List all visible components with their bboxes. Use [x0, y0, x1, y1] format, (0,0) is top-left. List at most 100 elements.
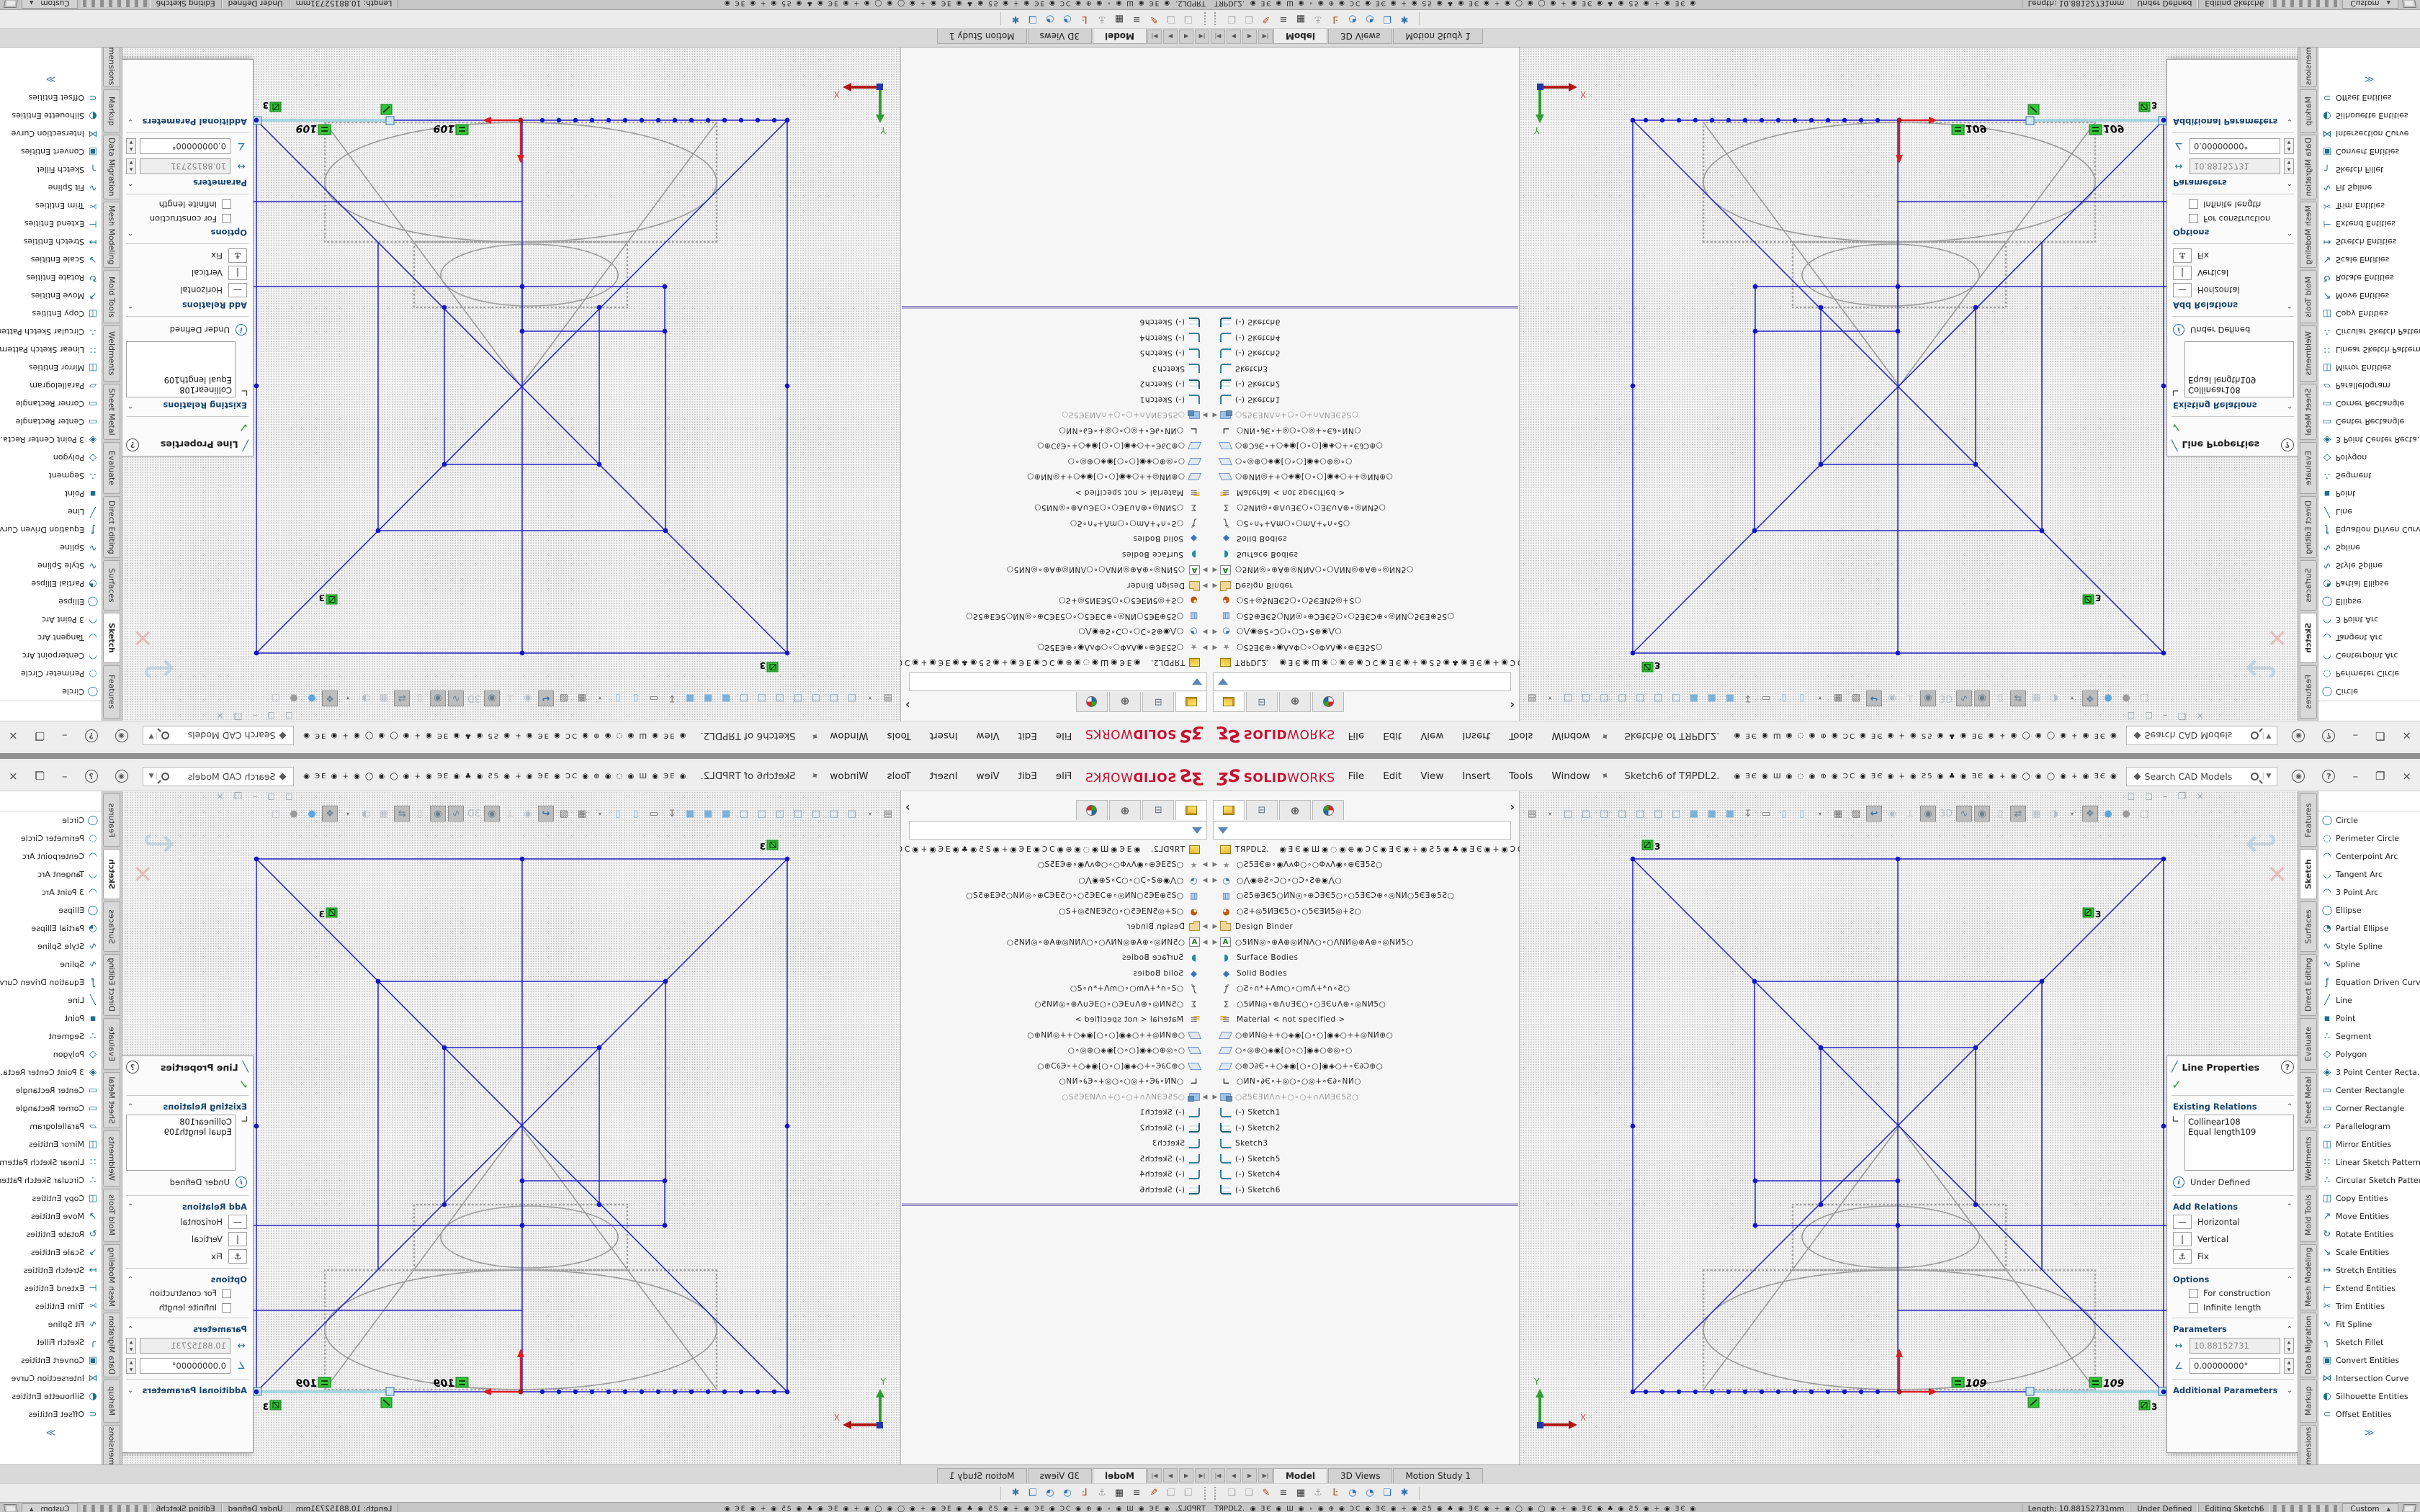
view-toolbar-icon[interactable]: □	[1632, 690, 1648, 706]
expand-arrow-icon[interactable]: ▶	[1200, 411, 1210, 418]
tool-item[interactable]: ↘ Scale Entities	[2318, 1243, 2420, 1261]
tool-item[interactable]: ƒ Equation Driven Curve	[0, 973, 102, 991]
tool-item[interactable]: ◡ Tangent Arc	[2318, 865, 2420, 883]
add-relations-header[interactable]: Add Relations⌃	[2167, 299, 2298, 313]
mdi-button[interactable]: ◻	[267, 791, 275, 802]
tree-item[interactable]: ▶ Design Binder	[900, 919, 1210, 935]
view-toolbar-icon[interactable]: ▯	[610, 690, 626, 706]
view-toolbar-icon[interactable]: ◑	[358, 806, 374, 822]
tree-item[interactable]: ▶ (-) Sketch1	[900, 392, 1210, 408]
tree-item[interactable]: ▶ ○5ИN◎∘⊕Λ∪ƎЄ○∘○ƎЄ∪Λ⊕∘◎NИ5○	[1210, 500, 1520, 516]
close-button[interactable]: ×	[0, 770, 27, 783]
document-tab[interactable]: 3D Views	[1028, 29, 1092, 44]
view-toolbar-icon[interactable]: □	[736, 806, 752, 822]
angle-spinner[interactable]: ▲▼	[126, 138, 136, 154]
tree-item[interactable]: ▶ ○5ИN◎∘⊕Λ∪ƎЄ○∘○ƎЄ∪Λ⊕∘◎NИ5○	[900, 996, 1210, 1012]
relation-badge-equal-right[interactable]: 109	[2089, 1377, 2124, 1390]
tool-item[interactable]: ▭ Corner Rectangle	[2318, 395, 2420, 413]
panel-expand-arrow[interactable]: ›	[1510, 800, 1515, 814]
existing-relations-header[interactable]: Existing Relations⌃	[2167, 1099, 2298, 1113]
expand-arrow-icon[interactable]: ▶	[1210, 644, 1220, 651]
view-toolbar-icon[interactable]: ▦	[2028, 806, 2044, 822]
tool-item[interactable]: ∿ Fit Spline	[0, 1315, 102, 1333]
tree-filter-box[interactable]	[909, 821, 1207, 840]
ok-button[interactable]: ✓	[2167, 420, 2298, 434]
annotation-toolbar-icon[interactable]: ◔	[1041, 14, 1059, 24]
commandmanager-tab[interactable]: Surfaces	[2300, 901, 2317, 952]
relation-entry[interactable]: Equal length109	[130, 375, 232, 385]
view-toolbar-icon[interactable]: ■	[1722, 806, 1738, 822]
document-tab[interactable]: Motion Study 1	[1393, 1468, 1483, 1483]
search-input[interactable]: Search CAD Models	[2144, 731, 2250, 742]
relation-badge-parallel[interactable]	[2028, 1398, 2039, 1408]
tool-item[interactable]: ▱ Parallelogram	[0, 1117, 102, 1135]
relation-button-icon[interactable]: |	[228, 1232, 247, 1246]
tree-item[interactable]: ▶ Solid Bodies	[1210, 531, 1520, 547]
tool-item[interactable]: ◠ 3 Point Arc	[2318, 611, 2420, 629]
minimize-button[interactable]: –	[2344, 770, 2367, 783]
commandmanager-tab[interactable]: Sheet Metal	[104, 384, 121, 440]
exit-sketch-icon[interactable]: ↩	[2245, 820, 2277, 865]
menu-item[interactable]: Insert	[930, 770, 958, 782]
view-toolbar-icon[interactable]: ❖	[322, 690, 338, 706]
commandmanager-tab[interactable]: Surfaces	[2300, 560, 2317, 611]
search-icon[interactable]	[161, 773, 169, 780]
account-button[interactable]: ◉	[2283, 729, 2313, 742]
length-spinner[interactable]: ▲▼	[126, 1338, 136, 1354]
view-toolbar-icon[interactable]: ■	[1722, 690, 1738, 706]
relation-button-icon[interactable]: ⚓	[228, 1249, 247, 1264]
tool-item[interactable]: ╮ Sketch Fillet	[0, 1333, 102, 1351]
view-toolbar-icon[interactable]: ▭	[646, 690, 662, 706]
tool-item[interactable]: ╮ Sketch Fillet	[2318, 1333, 2420, 1351]
tool-item[interactable]: ⊂ Offset Entities	[0, 1405, 102, 1423]
tool-item[interactable]: ◯ Ellipse	[0, 593, 102, 611]
option-row[interactable]: For construction	[122, 212, 253, 226]
tool-item[interactable]: ◯ Circle	[2318, 811, 2420, 829]
tool-item[interactable]: ⋈ Intersection Curve	[2318, 1369, 2420, 1387]
ok-button[interactable]: ✓	[2167, 1078, 2298, 1092]
tree-item[interactable]: ▶ TЯPDL2. ◉ƎЄ◉Ш◉◌◉⊕◉ƆС◉ƎЄ◉∔◉Ƨ5◉♣◉ƎЄ◉∔◉ƆС…	[900, 655, 1210, 671]
view-toolbar-icon[interactable]: ▭	[646, 806, 662, 822]
toolbar-grip[interactable]	[1201, 13, 1206, 26]
search-dropdown-icon[interactable]: ▼	[146, 773, 158, 780]
relation-entry[interactable]: Equal length109	[2188, 1127, 2290, 1137]
close-button[interactable]: ×	[0, 729, 27, 742]
tool-item[interactable]: ∿ Spline	[2318, 539, 2420, 557]
document-tab[interactable]: Model	[1093, 1468, 1147, 1483]
add-relations-header[interactable]: Add Relations⌃	[2167, 1199, 2298, 1213]
tree-item[interactable]: ▶ TЯPDL2. ◉ƎЄ◉Ш◉◌◉⊕◉ƆС◉ƎЄ◉∔◉Ƨ5◉♣◉ƎЄ◉∔◉ƆС…	[1210, 655, 1520, 671]
tab-nav-button[interactable]: ◀	[1227, 1468, 1241, 1482]
annotation-toolbar-icon[interactable]: ≡	[1275, 14, 1292, 24]
option-row[interactable]: Infinite length	[122, 197, 253, 212]
tool-item[interactable]: ⋈ Intersection Curve	[0, 1369, 102, 1387]
tool-item[interactable]: ◫ Mirror Entities	[2318, 1135, 2420, 1153]
tree-item[interactable]: ▶ Design Binder	[1210, 919, 1520, 935]
exit-sketch-icon[interactable]: ↩	[143, 647, 175, 692]
search-dropdown-icon[interactable]: ▼	[2263, 732, 2275, 739]
view-toolbar-icon[interactable]: ❖	[322, 806, 338, 822]
tree-filter-box[interactable]	[909, 672, 1207, 691]
tool-item[interactable]: ◫ Copy Entities	[2318, 1189, 2420, 1207]
graphics-area[interactable]: ▤▾□□□□□□□■■■↧▭▯▯▾▦▨↩◉⊥◉3D∿◉▯⇄▦◑▾❖●●□ ◻◻–…	[122, 48, 900, 721]
menu-item[interactable]: Tools	[887, 770, 911, 782]
tool-item[interactable]: ▪ Point	[0, 485, 102, 503]
annotation-toolbar-icon[interactable]: ❏	[1240, 1488, 1258, 1498]
flyout-more-chevron[interactable]: ≫	[0, 1428, 102, 1439]
tree-item[interactable]: ▶ Material < not specified >	[1210, 1012, 1520, 1028]
annotation-toolbar-icon[interactable]: ✎	[1258, 1488, 1275, 1498]
checkbox[interactable]	[2189, 1289, 2198, 1298]
pin-icon[interactable]: ✦	[809, 729, 823, 743]
tool-item[interactable]: ⊂ Offset Entities	[0, 89, 102, 107]
additional-parameters-header[interactable]: Additional Parameters⌄	[2167, 115, 2298, 130]
tab-property-manager[interactable]: ⊟	[1142, 692, 1174, 712]
tool-item[interactable]: ↗ Move Entities	[2318, 1207, 2420, 1225]
relation-button-icon[interactable]: ⚓	[2173, 1249, 2192, 1264]
tree-item[interactable]: ▶ Sketch3	[1210, 361, 1520, 377]
view-toolbar-icon[interactable]: ■	[1686, 690, 1702, 706]
checkbox[interactable]	[2189, 200, 2198, 210]
menu-item[interactable]: Edit	[1018, 730, 1037, 742]
view-toolbar-icon[interactable]: ■	[682, 806, 698, 822]
view-toolbar-icon[interactable]: ■	[700, 690, 716, 706]
length-spinner[interactable]: ▲▼	[2284, 158, 2294, 174]
mdi-button[interactable]: ◻	[2127, 710, 2135, 721]
